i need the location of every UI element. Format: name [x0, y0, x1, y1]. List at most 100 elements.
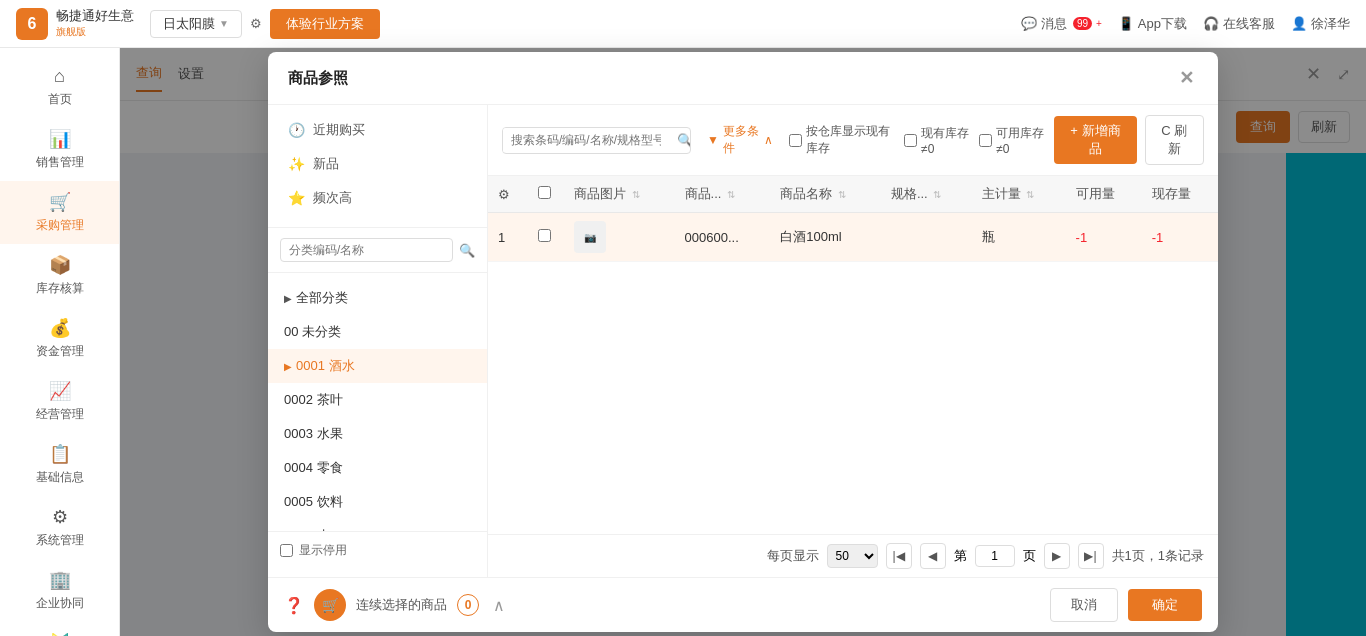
sidebar-label-finance: 资金管理 [36, 343, 84, 360]
first-page-btn[interactable]: |◀ [886, 543, 912, 569]
th-unit-label: 主计量 [982, 186, 1021, 201]
sidebar-item-purchase[interactable]: 🛒 采购管理 [0, 181, 119, 244]
quick-frequent[interactable]: ⭐ 频次高 [280, 181, 475, 215]
sidebar-item-system[interactable]: ⚙ 系统管理 [0, 496, 119, 559]
cancel-btn[interactable]: 取消 [1050, 588, 1118, 622]
sidebar-item-stock[interactable]: 📦 库存核算 [0, 244, 119, 307]
sidebar-label-stock: 库存核算 [36, 280, 84, 297]
usable-ne0-label[interactable]: 可用库存≠0 [979, 125, 1046, 156]
stock-ne0-checkbox[interactable] [904, 134, 917, 147]
ops-icon: 📈 [49, 380, 71, 402]
cat-0004[interactable]: 0004 零食 [268, 451, 487, 485]
user-menu[interactable]: 👤 徐泽华 [1291, 15, 1350, 33]
th-name[interactable]: 商品名称 ⇅ [770, 176, 881, 213]
sidebar-item-finance[interactable]: 💰 资金管理 [0, 307, 119, 370]
cat-0001-label: 0001 酒水 [296, 357, 355, 375]
cat-0005[interactable]: 0005 饮料 [268, 485, 487, 519]
modal-close-btn[interactable]: ✕ [1174, 66, 1198, 90]
sidebar-item-guide[interactable]: 🔰 新手引导 [0, 622, 119, 636]
table-body: 1 📷 000600... 白酒100ml 瓶 -1 -1 [488, 213, 1218, 262]
app-download-btn[interactable]: 📱 App下载 [1118, 15, 1187, 33]
cell-stock: -1 [1142, 213, 1218, 262]
per-page-label: 每页显示 [767, 547, 819, 565]
th-spec[interactable]: 规格... ⇅ [881, 176, 972, 213]
page-number-input[interactable] [975, 545, 1015, 567]
collapse-footer-btn[interactable]: ∧ [493, 596, 505, 615]
help-icon[interactable]: ❓ [284, 596, 304, 615]
sidebar-item-enterprise[interactable]: 🏢 企业协同 [0, 559, 119, 622]
filter-icon: ▼ [707, 133, 719, 147]
arrow-icon: ▶ [284, 293, 292, 304]
th-img[interactable]: 商品图片 ⇅ [564, 176, 675, 213]
messages-btn[interactable]: 💬 消息 99 [1021, 15, 1102, 33]
warehouse-check-label[interactable]: 按仓库显示现有库存 [789, 123, 896, 157]
per-page-select[interactable]: 50 10 20 100 [827, 544, 878, 568]
trial-btn[interactable]: 体验行业方案 [270, 9, 380, 39]
th-unit[interactable]: 主计量 ⇅ [972, 176, 1066, 213]
cat-0008[interactable]: 0008 水 [268, 519, 487, 531]
sidebar-item-basic[interactable]: 📋 基础信息 [0, 433, 119, 496]
th-code[interactable]: 商品... ⇅ [675, 176, 771, 213]
cat-0005-label: 0005 饮料 [284, 493, 343, 511]
top-nav: 6 畅捷通好生意 旗舰版 日太阳膜 ▼ ⚙ 体验行业方案 💬 消息 99 📱 A… [0, 0, 1366, 48]
th-gear[interactable]: ⚙ [488, 176, 528, 213]
headset-icon: 🎧 [1203, 16, 1219, 31]
row-checkbox[interactable] [538, 229, 551, 242]
last-page-btn[interactable]: ▶| [1078, 543, 1104, 569]
cat-00[interactable]: 00 未分类 [268, 315, 487, 349]
modal-title: 商品参照 [288, 69, 348, 88]
refresh-btn[interactable]: C 刷新 [1145, 115, 1204, 165]
page-word2: 页 [1023, 547, 1036, 565]
select-all-checkbox[interactable] [538, 186, 551, 199]
cat-all[interactable]: ▶ 全部分类 [268, 281, 487, 315]
quick-recent[interactable]: 🕐 近期购买 [280, 113, 475, 147]
home-icon: ⌂ [54, 66, 65, 87]
cat-active-arrow: ▶ [284, 361, 292, 372]
cell-seq: 1 [488, 213, 528, 262]
modal-header: 商品参照 ✕ [268, 52, 1218, 105]
filter-more-btn[interactable]: ▼ 更多条件 ∧ [699, 119, 781, 161]
cat-0003[interactable]: 0003 水果 [268, 417, 487, 451]
right-panel: 🔍 ▼ 更多条件 ∧ 按仓库显示现有库存 [488, 105, 1218, 577]
product-search-input[interactable] [503, 128, 669, 152]
cat-0001[interactable]: ▶ 0001 酒水 [268, 349, 487, 383]
sidebar-label-basic: 基础信息 [36, 469, 84, 486]
next-page-btn[interactable]: ▶ [1044, 543, 1070, 569]
category-search-input[interactable] [280, 238, 453, 262]
product-search-box: 🔍 [502, 127, 691, 154]
cell-code: 000600... [675, 213, 771, 262]
stock-ne0-label[interactable]: 现有库存≠0 [904, 125, 971, 156]
user-icon: 👤 [1291, 16, 1307, 31]
sidebar-item-sales[interactable]: 📊 销售管理 [0, 118, 119, 181]
nav-right: 💬 消息 99 📱 App下载 🎧 在线客服 👤 徐泽华 [1021, 15, 1350, 33]
warehouse-check-text: 按仓库显示现有库存 [806, 123, 896, 157]
logo-area: 6 畅捷通好生意 旗舰版 [16, 8, 134, 40]
sort-icon-img: ⇅ [632, 189, 640, 200]
confirm-btn[interactable]: 确定 [1128, 589, 1202, 621]
usable-ne0-checkbox[interactable] [979, 134, 992, 147]
prev-page-btn[interactable]: ◀ [920, 543, 946, 569]
th-usable: 可用量 [1066, 176, 1142, 213]
purchase-icon: 🛒 [49, 191, 71, 213]
store-selector[interactable]: 日太阳膜 ▼ [150, 10, 242, 38]
left-panel: 🕐 近期购买 ✨ 新品 ⭐ 频次高 [268, 105, 488, 577]
sidebar-item-home[interactable]: ⌂ 首页 [0, 56, 119, 118]
table-row[interactable]: 1 📷 000600... 白酒100ml 瓶 -1 -1 [488, 213, 1218, 262]
cell-check[interactable] [528, 213, 564, 262]
quick-new[interactable]: ✨ 新品 [280, 147, 475, 181]
cat-0002[interactable]: 0002 茶叶 [268, 383, 487, 417]
show-disabled-checkbox[interactable] [280, 544, 293, 557]
pagination-bar: 每页显示 50 10 20 100 |◀ ◀ 第 页 [488, 534, 1218, 577]
sidebar-item-ops[interactable]: 📈 经营管理 [0, 370, 119, 433]
cart-btn[interactable]: 🛒 [314, 589, 346, 621]
sidebar-label-purchase: 采购管理 [36, 217, 84, 234]
search-icon[interactable]: 🔍 [459, 243, 475, 258]
product-search-btn[interactable]: 🔍 [669, 128, 691, 153]
gear-icon[interactable]: ⚙ [498, 187, 510, 202]
quick-recent-label: 近期购买 [313, 121, 365, 139]
settings-icon[interactable]: ⚙ [250, 16, 262, 31]
add-product-btn[interactable]: + 新增商品 [1054, 116, 1136, 164]
filter-up-icon: ∧ [764, 133, 773, 147]
customer-service-btn[interactable]: 🎧 在线客服 [1203, 15, 1275, 33]
warehouse-checkbox[interactable] [789, 134, 802, 147]
